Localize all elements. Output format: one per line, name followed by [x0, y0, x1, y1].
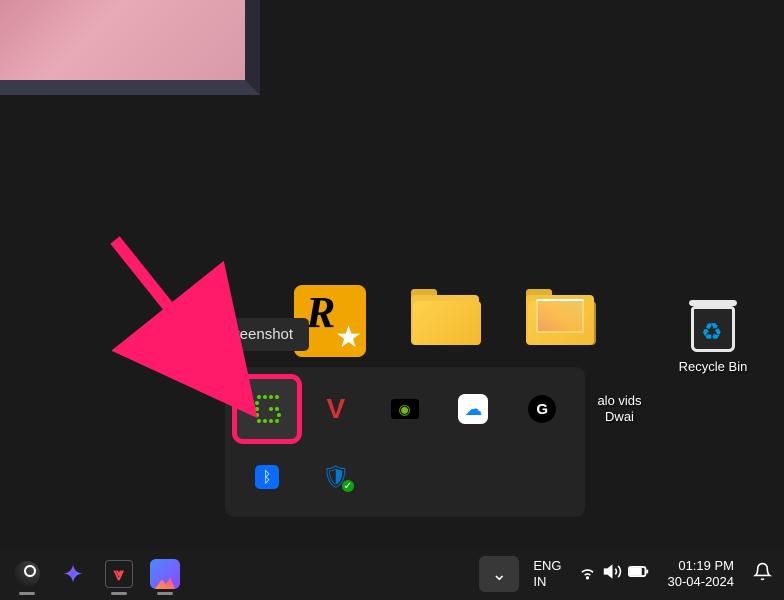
tooltip-greenshot: Greenshot — [207, 318, 309, 351]
taskbar-clock[interactable]: 01:19 PM 30-04-2024 — [658, 558, 745, 591]
vivaldi-icon: V — [326, 393, 345, 425]
system-icons-group[interactable] — [570, 560, 658, 588]
language-indicator[interactable]: ENG IN — [525, 558, 569, 589]
tray-defender[interactable]: 🛡 — [306, 447, 366, 507]
taskbar-photos[interactable] — [142, 551, 188, 597]
system-tray-overflow: V ◉ ☁ G ᛒ 🛡 — [225, 367, 585, 517]
tray-nvidia[interactable]: ◉ — [375, 379, 435, 439]
copilot-icon: ✦ — [62, 559, 84, 590]
greenshot-icon — [249, 391, 285, 427]
clock-date: 30-04-2024 — [668, 574, 735, 590]
wallpaper-partial-window — [0, 0, 260, 95]
tray-logitech[interactable]: G — [512, 379, 572, 439]
bluetooth-icon: ᛒ — [255, 465, 279, 489]
volume-icon — [601, 560, 624, 588]
lang-primary: ENG — [533, 558, 561, 574]
desktop-icon-label: alo vids Dwai — [582, 393, 657, 424]
photos-icon — [150, 559, 180, 589]
notifications-button[interactable] — [744, 562, 780, 587]
tray-bluetooth[interactable]: ᛒ — [237, 447, 297, 507]
taskbar-copilot[interactable]: ✦ — [50, 551, 96, 597]
steam-icon — [14, 561, 40, 587]
defender-icon: 🛡 — [322, 464, 350, 490]
tray-vivaldi[interactable]: V — [306, 379, 366, 439]
clock-time: 01:19 PM — [668, 558, 735, 574]
onedrive-icon: ☁ — [458, 394, 488, 424]
folder-icon — [409, 285, 481, 357]
taskbar: ✦ ⩔ ⌄ ENG IN 01:19 PM 30-04-2024 — [0, 548, 784, 600]
nvidia-icon: ◉ — [391, 399, 419, 419]
battery-icon — [626, 560, 652, 588]
wifi-icon — [576, 560, 599, 588]
recycle-bin-icon: ♻ — [677, 285, 749, 357]
desktop-folder[interactable] — [400, 285, 490, 359]
logitech-icon: G — [528, 395, 556, 423]
desktop-icon-label: Recycle Bin — [668, 359, 758, 375]
chevron-down-icon: ⌄ — [492, 564, 507, 585]
tray-onedrive[interactable]: ☁ — [443, 379, 503, 439]
tray-expand-button[interactable]: ⌄ — [479, 556, 519, 592]
tray-greenshot[interactable] — [237, 379, 297, 439]
taskbar-valorant[interactable]: ⩔ — [96, 551, 142, 597]
bell-icon — [753, 562, 772, 587]
recycle-bin[interactable]: ♻ Recycle Bin — [668, 285, 758, 375]
taskbar-steam[interactable] — [4, 551, 50, 597]
lang-secondary: IN — [533, 574, 561, 590]
desktop-folder-alo-vids[interactable]: alo vids Dwai — [582, 285, 657, 424]
valorant-icon: ⩔ — [105, 560, 133, 588]
